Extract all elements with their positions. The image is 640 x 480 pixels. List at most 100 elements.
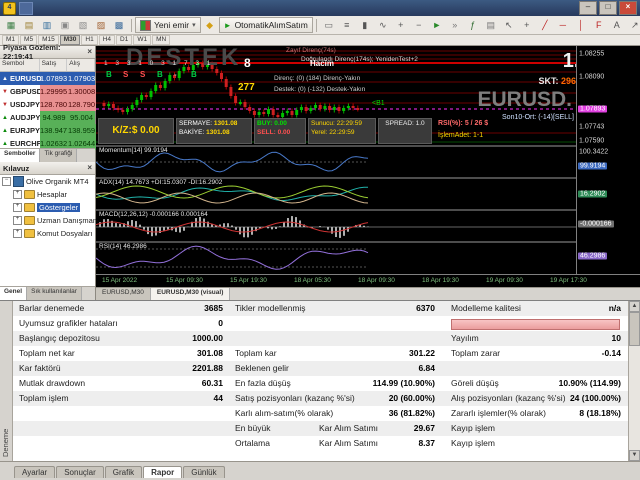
terminal-icon[interactable]: ▨ [92, 17, 110, 34]
text-icon[interactable]: A [608, 17, 626, 34]
bid-price: 128.780 [39, 98, 68, 111]
autotrading-button[interactable]: ► OtomatikAlımSatım [218, 17, 313, 33]
market-watch-row-eurusd[interactable]: ▲ EURUSD 1.07893 1.07903 [0, 72, 95, 85]
navigator-item-uzman-dan-manlar[interactable]: + Uzman Danışmanlar [0, 214, 105, 227]
toolbar-right-group: ▭ ≡ ▮ ∿ + − ►» ƒ ▤ ↖ + ╱ ─ │ F A ↗ [320, 17, 640, 34]
zoom-out-icon[interactable]: − [410, 17, 428, 34]
market-watch-tab-tik-grafi-i[interactable]: Tik grafiği [40, 149, 78, 162]
scroll-up-icon[interactable]: ▲ [629, 301, 640, 312]
metaeditor-icon[interactable]: ◆ [201, 17, 219, 34]
tester-tab-sonu-lar[interactable]: Sonuçlar [56, 466, 104, 478]
indicator-label: MACD(12,26,12) -0.000166 0.000164 [99, 211, 208, 218]
report-value: 8 (18.18%) [579, 408, 621, 418]
cursor-icon[interactable]: ↖ [500, 17, 518, 34]
zoom-in-icon[interactable]: + [392, 17, 410, 34]
auto-scroll-icon[interactable]: ► [428, 17, 446, 34]
trendline-icon[interactable]: ╱ [536, 17, 554, 34]
market-watch-row-gbpusd[interactable]: ▼ GBPUSD 1.29995 1.30008 [0, 85, 96, 98]
profiles-icon[interactable]: ▤ [20, 17, 38, 34]
close-icon[interactable]: × [87, 48, 92, 56]
indicators-icon[interactable]: ƒ [464, 17, 482, 34]
price-direction-icon: ▼ [2, 101, 8, 108]
tester-tab-rapor[interactable]: Rapor [143, 466, 183, 478]
support-info-line: Destek: (0) (-132) Destek-Yakın [274, 86, 366, 93]
tile-windows-icon[interactable]: ▭ [320, 17, 338, 34]
report-value: 6.84 [418, 363, 435, 373]
strategy-tester-icon[interactable]: ▩ [110, 17, 128, 34]
report-label: Toplam net kar [19, 348, 75, 358]
trade-marker-letter: S [140, 70, 146, 79]
tester-tab-ayarlar[interactable]: Ayarlar [14, 466, 56, 478]
chart-plot[interactable]: DESTEK Zayıf Direnç(74s) Doğrulandı Dire… [96, 46, 576, 274]
market-watch-row-usdjpy[interactable]: ▼ USDJPY 128.780 128.790 [0, 98, 96, 111]
bars-chart-icon[interactable]: ≡ [338, 17, 356, 34]
report-row: Başlangıç depozitosu 1000.00 Yayılım 10 [13, 331, 628, 346]
new-chart-icon[interactable]: ▦ [2, 17, 20, 34]
report-label: Ortalama [235, 438, 270, 448]
report-value: 20 (60.00%) [388, 393, 435, 403]
report-value: 2201.88 [192, 363, 223, 373]
trade-marker-letter: B [157, 70, 163, 79]
market-watch-icon[interactable]: ▥ [38, 17, 56, 34]
navigator-item-komut-dosyalar-[interactable]: + Komut Dosyaları [0, 227, 95, 240]
ask-price: 1.30008 [68, 85, 96, 98]
column-header-2[interactable]: Alış [67, 59, 95, 71]
timeframe-d1[interactable]: D1 [116, 35, 133, 45]
report-label: Toplam kar [235, 348, 277, 358]
report-value: 301.22 [409, 348, 435, 358]
chevron-down-icon: ▾ [192, 22, 196, 29]
chart-shift-icon[interactable]: » [446, 17, 464, 34]
modelling-quality-bar [451, 319, 620, 330]
maximize-button[interactable]: □ [599, 1, 617, 15]
timeframe-mn[interactable]: MN [152, 35, 171, 45]
price-axis-label: 46.2986 [578, 252, 608, 260]
navigator-icon[interactable]: ▧ [74, 17, 92, 34]
scroll-down-icon[interactable]: ▼ [629, 450, 640, 461]
report-value: n/a [608, 303, 621, 313]
time-axis-label: 18 Apr 05:30 [294, 277, 331, 284]
tester-tabs: Ayarlar Sonuçlar Grafik Rapor Günlük [0, 461, 640, 478]
collapse-icon: − [2, 177, 11, 186]
market-watch-tab-semboller[interactable]: Semboller [0, 149, 41, 162]
bar-countdown-label: SKT: 296 [538, 76, 576, 86]
close-button[interactable]: × [619, 1, 637, 15]
tester-tab-g-nl-k[interactable]: Günlük [183, 466, 225, 478]
fibonacci-icon[interactable]: F [590, 17, 608, 34]
chart-tab-eurusd-m30-visual-[interactable]: EURUSD,M30 (visual) [150, 288, 231, 300]
time-axis-label: 19 Apr 17:30 [550, 277, 587, 284]
market-watch-row-audjpy[interactable]: ▲ AUDJPY 94.989 95.004 [0, 111, 95, 124]
column-header-1[interactable]: Satış [40, 59, 68, 71]
column-header-0[interactable]: Sembol [0, 59, 40, 71]
report-row: Kar faktörü 2201.88 Beklenen gelir 6.84 [13, 361, 628, 376]
navigator-root-item[interactable]: − Olive Organik MT4 [0, 175, 95, 188]
report-label: Tikler modellenmiş [235, 303, 306, 313]
market-watch-row-eurjpy[interactable]: ▲ EURJPY 138.947 138.959 [0, 124, 96, 137]
new-order-button[interactable]: Yeni emir ▾ [135, 17, 201, 33]
tester-panel: Deneme Barlar denemede 3685 Tikler modelle… [0, 300, 640, 480]
arrow-icon[interactable]: ↗ [626, 17, 640, 34]
report-scrollbar[interactable]: ▲ ▼ [628, 301, 640, 461]
close-icon[interactable]: × [87, 164, 92, 172]
navigator-item-g-stergeler[interactable]: + Göstergeler [0, 201, 95, 214]
horizontal-line-icon[interactable]: ─ [554, 17, 572, 34]
report-label: Barlar denemede [19, 303, 85, 313]
navigator-item-hesaplar[interactable]: + Hesaplar [0, 188, 95, 201]
bid-price: 1.07893 [40, 74, 68, 83]
minimize-button[interactable]: – [579, 1, 597, 15]
candles-chart-icon[interactable]: ▮ [356, 17, 374, 34]
navigator-tab-s-k-kullan-lanlar[interactable]: Sık kullanılanlar [27, 287, 82, 300]
templates-icon[interactable]: ▤ [482, 17, 500, 34]
timeframe-h4[interactable]: H4 [98, 35, 115, 45]
trade-marker-letter: B [191, 70, 197, 79]
chart-tab-eurusd-m30[interactable]: EURUSD,M30 [96, 288, 151, 300]
timeframe-w1[interactable]: W1 [133, 35, 152, 45]
report-value: 301.08 [197, 348, 223, 358]
data-window-icon[interactable]: ▣ [56, 17, 74, 34]
crosshair-icon[interactable]: + [518, 17, 536, 34]
line-chart-icon[interactable]: ∿ [374, 17, 392, 34]
time-axis-label: 19 Apr 09:30 [486, 277, 523, 284]
tester-tab-grafik[interactable]: Grafik [104, 466, 143, 478]
navigator-tab-genel[interactable]: Genel [0, 287, 28, 300]
vertical-line-icon[interactable]: │ [572, 17, 590, 34]
scrollbar-thumb[interactable] [629, 312, 640, 346]
